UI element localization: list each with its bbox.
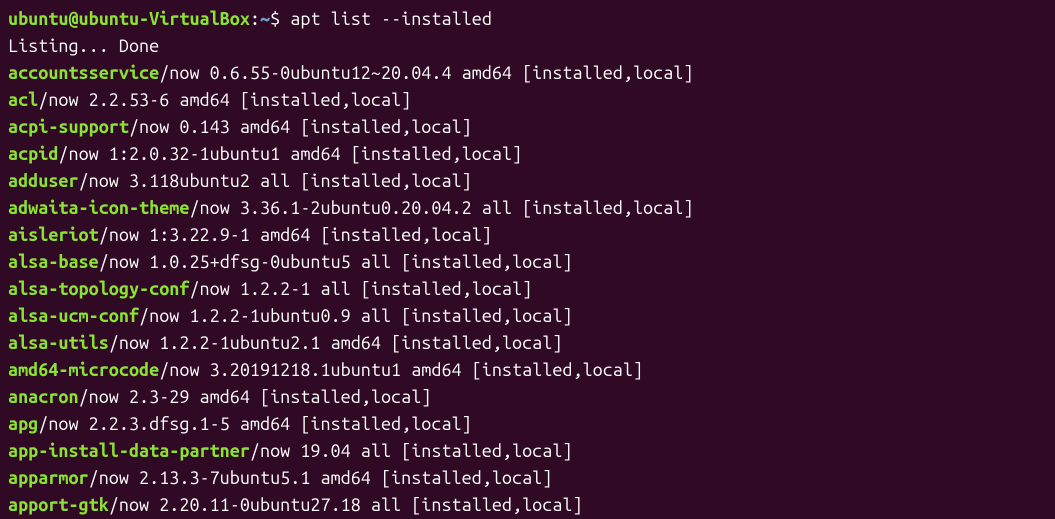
package-details: /now 3.36.1-2ubuntu0.20.04.2 all [instal…: [189, 198, 693, 218]
package-details: /now 1.2.2-1 all [installed,local]: [189, 279, 532, 299]
status-line: Listing... Done: [8, 36, 159, 56]
package-line: alsa-topology-conf/now 1.2.2-1 all [inst…: [8, 276, 1047, 303]
package-name: alsa-utils: [8, 333, 109, 353]
package-name: alsa-ucm-conf: [8, 306, 139, 326]
package-name: amd64-microcode: [8, 360, 159, 380]
package-line: apport-gtk/now 2.20.11-0ubuntu27.18 all …: [8, 492, 1047, 519]
package-details: /now 2.20.11-0ubuntu27.18 all [installed…: [109, 495, 583, 515]
package-name: alsa-topology-conf: [8, 279, 189, 299]
package-details: /now 2.3-29 amd64 [installed,local]: [79, 387, 432, 407]
prompt-colon: :: [250, 9, 260, 29]
package-name: adwaita-icon-theme: [8, 198, 189, 218]
package-details: /now 3.118ubuntu2 all [installed,local]: [79, 171, 472, 191]
package-list: accountsservice/now 0.6.55-0ubuntu12~20.…: [8, 60, 1047, 519]
package-name: aisleriot: [8, 225, 99, 245]
package-details: /now 3.20191218.1ubuntu1 amd64 [installe…: [159, 360, 643, 380]
package-details: /now 1:3.22.9-1 amd64 [installed,local]: [99, 225, 492, 245]
package-details: /now 19.04 all [installed,local]: [250, 441, 573, 461]
package-line: adduser/now 3.118ubuntu2 all [installed,…: [8, 168, 1047, 195]
package-name: accountsservice: [8, 63, 159, 83]
package-line: acl/now 2.2.53-6 amd64 [installed,local]: [8, 87, 1047, 114]
prompt-user-host: ubuntu@ubuntu-VirtualBox: [8, 9, 250, 29]
package-name: app-install-data-partner: [8, 441, 250, 461]
package-name: apg: [8, 414, 38, 434]
prompt-command: apt list --installed: [290, 9, 492, 29]
package-line: aisleriot/now 1:3.22.9-1 amd64 [installe…: [8, 222, 1047, 249]
prompt-marker: $: [270, 9, 280, 29]
package-name: apparmor: [8, 468, 89, 488]
package-name: anacron: [8, 387, 79, 407]
package-details: /now 1:2.0.32-1ubuntu1 amd64 [installed,…: [58, 144, 522, 164]
package-details: /now 1.2.2-1ubuntu2.1 amd64 [installed,l…: [109, 333, 563, 353]
package-details: /now 1.2.2-1ubuntu0.9 all [installed,loc…: [139, 306, 572, 326]
package-line: alsa-base/now 1.0.25+dfsg-0ubuntu5 all […: [8, 249, 1047, 276]
package-line: alsa-utils/now 1.2.2-1ubuntu2.1 amd64 [i…: [8, 330, 1047, 357]
package-line: acpi-support/now 0.143 amd64 [installed,…: [8, 114, 1047, 141]
package-name: adduser: [8, 171, 79, 191]
package-line: anacron/now 2.3-29 amd64 [installed,loca…: [8, 384, 1047, 411]
package-name: acpid: [8, 144, 58, 164]
package-name: apport-gtk: [8, 495, 109, 515]
package-details: /now 2.2.53-6 amd64 [installed,local]: [38, 90, 411, 110]
package-line: acpid/now 1:2.0.32-1ubuntu1 amd64 [insta…: [8, 141, 1047, 168]
package-name: acl: [8, 90, 38, 110]
package-name: alsa-base: [8, 252, 99, 272]
package-details: /now 0.6.55-0ubuntu12~20.04.4 amd64 [ins…: [159, 63, 693, 83]
terminal-output[interactable]: ubuntu@ubuntu-VirtualBox:~$ apt list --i…: [8, 6, 1047, 519]
package-line: adwaita-icon-theme/now 3.36.1-2ubuntu0.2…: [8, 195, 1047, 222]
prompt-line: ubuntu@ubuntu-VirtualBox:~$ apt list --i…: [8, 6, 1047, 33]
package-line: accountsservice/now 0.6.55-0ubuntu12~20.…: [8, 60, 1047, 87]
package-line: apg/now 2.2.3.dfsg.1-5 amd64 [installed,…: [8, 411, 1047, 438]
package-line: apparmor/now 2.13.3-7ubuntu5.1 amd64 [in…: [8, 465, 1047, 492]
prompt-path: ~: [260, 9, 270, 29]
package-line: app-install-data-partner/now 19.04 all […: [8, 438, 1047, 465]
package-details: /now 2.13.3-7ubuntu5.1 amd64 [installed,…: [89, 468, 553, 488]
package-line: alsa-ucm-conf/now 1.2.2-1ubuntu0.9 all […: [8, 303, 1047, 330]
package-details: /now 1.0.25+dfsg-0ubuntu5 all [installed…: [99, 252, 573, 272]
package-line: amd64-microcode/now 3.20191218.1ubuntu1 …: [8, 357, 1047, 384]
package-details: /now 0.143 amd64 [installed,local]: [129, 117, 472, 137]
package-name: acpi-support: [8, 117, 129, 137]
package-details: /now 2.2.3.dfsg.1-5 amd64 [installed,loc…: [38, 414, 471, 434]
